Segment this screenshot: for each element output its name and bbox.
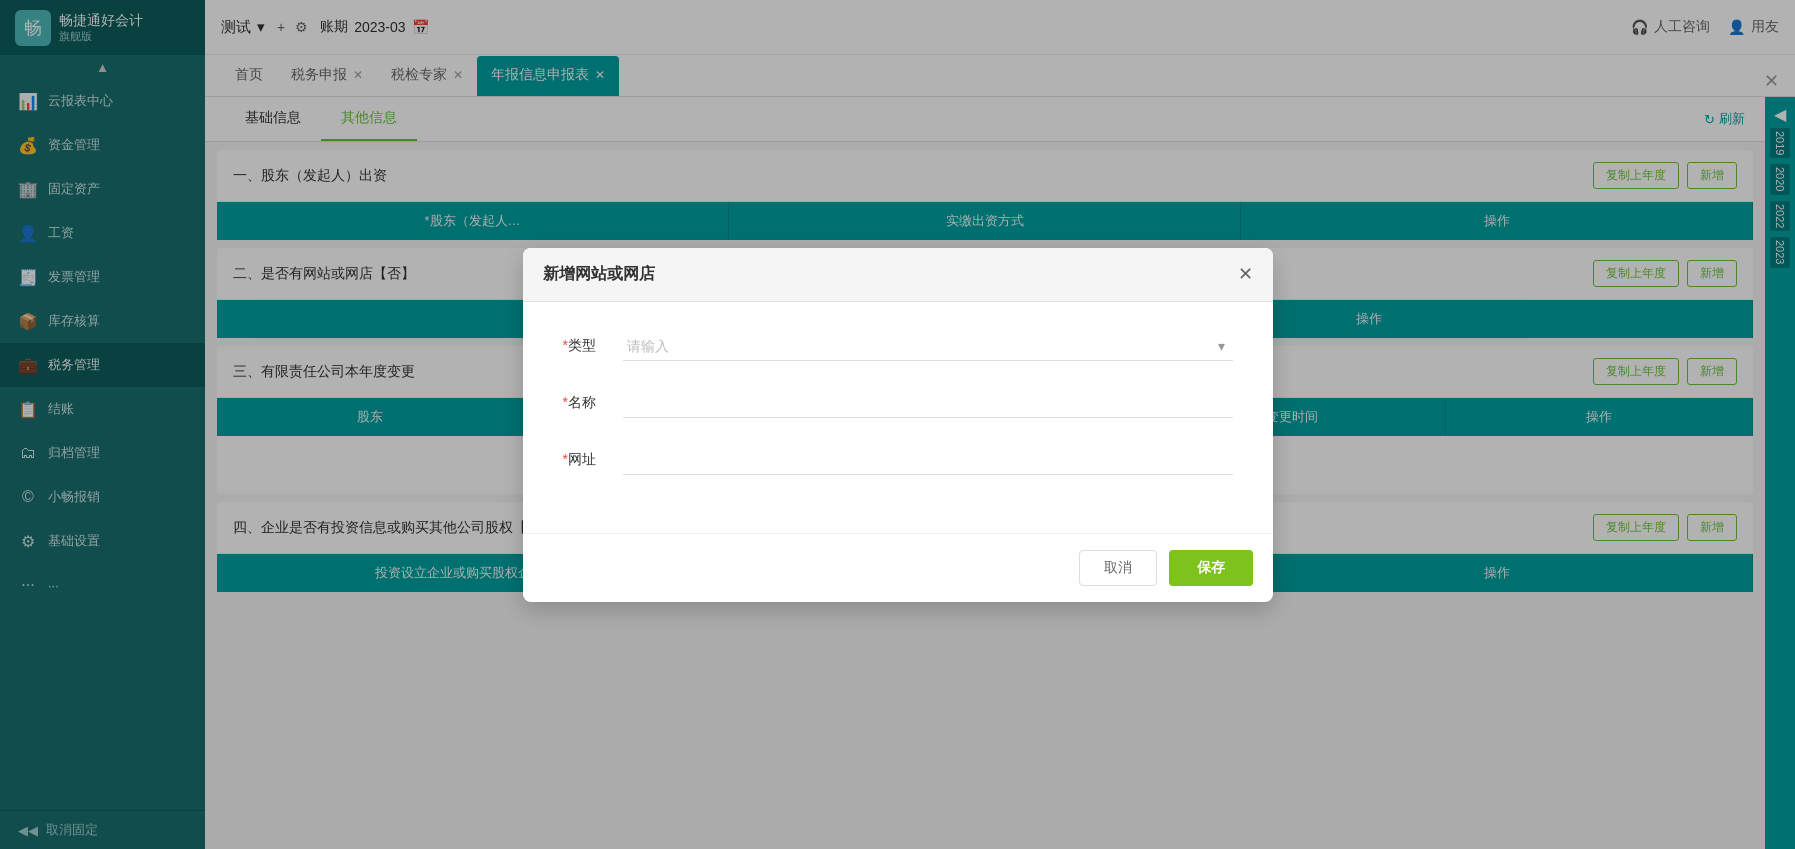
modal-title: 新增网站或网店 <box>543 264 655 285</box>
save-button[interactable]: 保存 <box>1169 550 1253 586</box>
modal-close-button[interactable]: ✕ <box>1238 265 1253 283</box>
modal-body: *类型 ▾ *名称 *网址 <box>523 302 1273 533</box>
chevron-down-icon: ▾ <box>1218 338 1225 354</box>
form-label-url: *网址 <box>563 451 623 469</box>
form-field-type: *类型 ▾ <box>563 332 1233 361</box>
form-label-type: *类型 <box>563 337 623 355</box>
modal-overlay: 新增网站或网店 ✕ *类型 ▾ *名称 *网址 取消 保存 <box>0 0 1795 849</box>
form-input-name[interactable] <box>623 389 1233 418</box>
modal-footer: 取消 保存 <box>523 533 1273 602</box>
form-field-name: *名称 <box>563 389 1233 418</box>
cancel-button[interactable]: 取消 <box>1079 550 1157 586</box>
form-input-wrap-name <box>623 389 1233 418</box>
form-field-url: *网址 <box>563 446 1233 475</box>
form-input-url[interactable] <box>623 446 1233 475</box>
form-input-wrap-type: ▾ <box>623 332 1233 361</box>
form-input-type[interactable] <box>623 332 1233 361</box>
modal-header: 新增网站或网店 ✕ <box>523 248 1273 302</box>
form-label-name: *名称 <box>563 394 623 412</box>
modal: 新增网站或网店 ✕ *类型 ▾ *名称 *网址 取消 保存 <box>523 248 1273 602</box>
form-input-wrap-url <box>623 446 1233 475</box>
